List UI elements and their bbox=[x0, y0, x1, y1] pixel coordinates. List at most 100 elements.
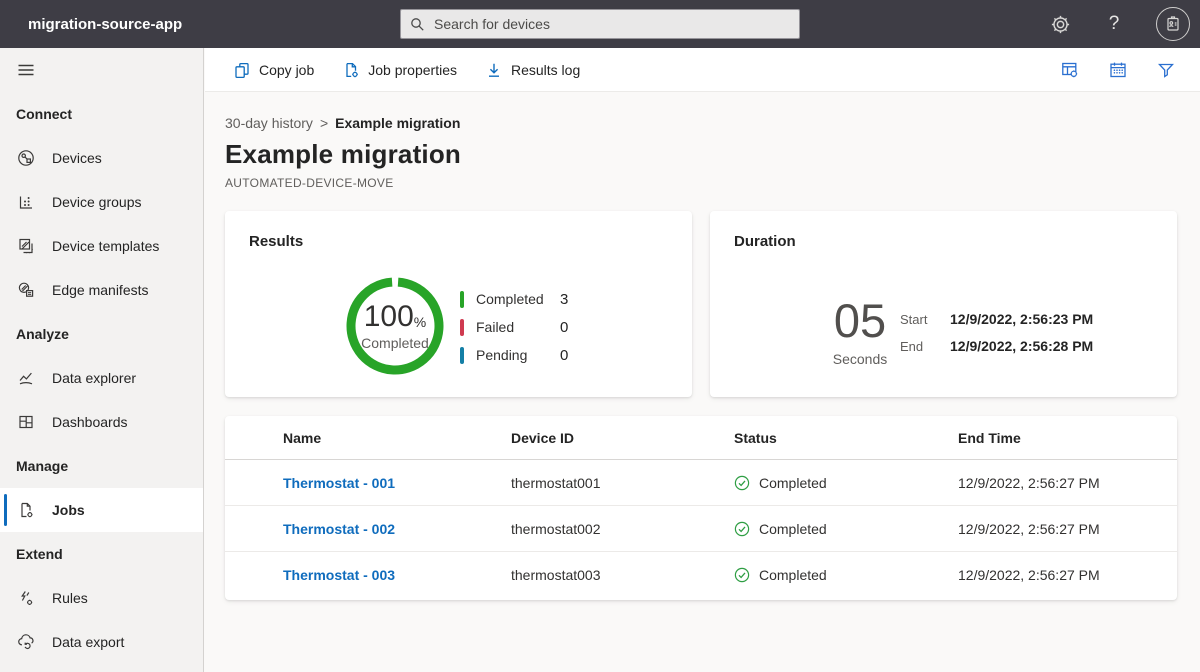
legend-color-failed bbox=[460, 319, 464, 336]
donut-percent: 100 bbox=[364, 302, 414, 332]
column-header-device-id[interactable]: Device ID bbox=[511, 430, 734, 446]
selected-indicator bbox=[4, 494, 7, 526]
donut-caption: Completed bbox=[361, 335, 429, 351]
help-button[interactable]: ? bbox=[1102, 12, 1126, 36]
account-button[interactable] bbox=[1156, 7, 1190, 41]
copy-icon bbox=[233, 61, 251, 79]
results-card-title: Results bbox=[249, 233, 303, 250]
column-header-end-time[interactable]: End Time bbox=[958, 430, 1177, 446]
device-id-cell: thermostat003 bbox=[511, 567, 734, 583]
sidebar-item-device-groups[interactable]: Device groups bbox=[0, 180, 203, 224]
end-label: End bbox=[900, 339, 944, 354]
legend-value: 3 bbox=[560, 291, 568, 308]
edge-manifests-icon bbox=[16, 280, 36, 300]
results-log-button[interactable]: Results log bbox=[485, 61, 580, 79]
legend-item-pending: Pending 0 bbox=[460, 345, 568, 365]
sidebar-item-label: Device templates bbox=[52, 238, 159, 254]
device-groups-icon bbox=[16, 192, 36, 212]
completed-check-icon bbox=[734, 567, 750, 583]
topbar-actions: ? bbox=[1048, 0, 1200, 48]
legend-item-failed: Failed 0 bbox=[460, 317, 568, 337]
status-cell: Completed bbox=[734, 567, 958, 583]
device-search[interactable] bbox=[400, 9, 800, 39]
end-time-cell: 12/9/2022, 2:56:27 PM bbox=[958, 567, 1177, 583]
legend-color-completed bbox=[460, 291, 464, 308]
column-options-icon bbox=[1060, 60, 1080, 80]
devices-icon bbox=[16, 148, 36, 168]
sidebar-item-data-explorer[interactable]: Data explorer bbox=[0, 356, 203, 400]
status-text: Completed bbox=[759, 567, 827, 583]
legend-label: Pending bbox=[476, 347, 560, 363]
column-header-name[interactable]: Name bbox=[283, 430, 511, 446]
sidebar-item-label: Dashboards bbox=[52, 414, 128, 430]
sidebar-item-label: Device groups bbox=[52, 194, 142, 210]
download-icon bbox=[485, 61, 503, 79]
device-templates-icon bbox=[16, 236, 36, 256]
hamburger-icon bbox=[16, 60, 36, 80]
breadcrumb: 30-day history > Example migration bbox=[225, 115, 460, 131]
table-row[interactable]: Thermostat - 001 thermostat001 Completed… bbox=[225, 460, 1177, 506]
end-time-cell: 12/9/2022, 2:56:27 PM bbox=[958, 521, 1177, 537]
data-export-icon bbox=[16, 632, 36, 652]
completed-check-icon bbox=[734, 521, 750, 537]
sidebar-section-analyze: Analyze bbox=[0, 312, 203, 356]
sidebar: Connect Devices Device groups bbox=[0, 48, 204, 672]
data-explorer-icon bbox=[16, 368, 36, 388]
sidebar-item-label: Devices bbox=[52, 150, 102, 166]
time-range-button[interactable] bbox=[1108, 60, 1128, 80]
job-properties-button[interactable]: Job properties bbox=[342, 61, 457, 79]
status-text: Completed bbox=[759, 521, 827, 537]
duration-card-title: Duration bbox=[734, 233, 796, 250]
command-bar: Copy job Job properties Results log bbox=[205, 48, 1200, 92]
device-id-cell: thermostat002 bbox=[511, 521, 734, 537]
column-options-button[interactable] bbox=[1060, 60, 1080, 80]
breadcrumb-30-day-history[interactable]: 30-day history bbox=[225, 115, 313, 131]
legend-value: 0 bbox=[560, 347, 568, 364]
device-link[interactable]: Thermostat - 002 bbox=[283, 521, 511, 537]
help-icon: ? bbox=[1109, 13, 1120, 35]
device-link[interactable]: Thermostat - 001 bbox=[283, 475, 511, 491]
sidebar-item-label: Data explorer bbox=[52, 370, 136, 386]
sidebar-item-edge-manifests[interactable]: Edge manifests bbox=[0, 268, 203, 312]
sidebar-item-devices[interactable]: Devices bbox=[0, 136, 203, 180]
filter-button[interactable] bbox=[1156, 60, 1176, 80]
device-id-cell: thermostat001 bbox=[511, 475, 734, 491]
top-bar: migration-source-app ? bbox=[0, 0, 1200, 48]
sidebar-item-jobs[interactable]: Jobs bbox=[0, 488, 203, 532]
copy-job-label: Copy job bbox=[259, 62, 314, 78]
table-row[interactable]: Thermostat - 002 thermostat002 Completed… bbox=[225, 506, 1177, 552]
app-window: migration-source-app ? bbox=[0, 0, 1200, 672]
search-input[interactable] bbox=[434, 16, 791, 32]
sidebar-item-rules[interactable]: Rules bbox=[0, 576, 203, 620]
device-results-table: Name Device ID Status End Time Thermosta… bbox=[225, 416, 1177, 600]
legend-label: Failed bbox=[476, 319, 560, 335]
rules-icon bbox=[16, 588, 36, 608]
job-properties-icon bbox=[342, 61, 360, 79]
table-header: Name Device ID Status End Time bbox=[225, 416, 1177, 460]
menu-toggle-button[interactable] bbox=[0, 48, 203, 92]
completed-check-icon bbox=[734, 475, 750, 491]
results-donut-chart: 100 % Completed bbox=[343, 274, 447, 378]
status-text: Completed bbox=[759, 475, 827, 491]
sidebar-section-manage: Manage bbox=[0, 444, 203, 488]
copy-job-button[interactable]: Copy job bbox=[233, 61, 314, 79]
sidebar-item-label: Data export bbox=[52, 634, 124, 650]
sidebar-item-data-export[interactable]: Data export bbox=[0, 620, 203, 664]
column-header-status[interactable]: Status bbox=[734, 430, 958, 446]
sidebar-section-connect: Connect bbox=[0, 92, 203, 136]
table-row[interactable]: Thermostat - 003 thermostat003 Completed… bbox=[225, 552, 1177, 598]
device-link[interactable]: Thermostat - 003 bbox=[283, 567, 511, 583]
duration-times: Start 12/9/2022, 2:56:23 PM End 12/9/202… bbox=[900, 311, 1093, 365]
settings-button[interactable] bbox=[1048, 12, 1072, 36]
filter-icon bbox=[1156, 60, 1176, 80]
sidebar-item-label: Edge manifests bbox=[52, 282, 149, 298]
sidebar-item-dashboards[interactable]: Dashboards bbox=[0, 400, 203, 444]
legend-color-pending bbox=[460, 347, 464, 364]
results-card: Results 100 % Completed Completed 3 bbox=[225, 211, 692, 397]
sidebar-item-device-templates[interactable]: Device templates bbox=[0, 224, 203, 268]
page-title: Example migration bbox=[225, 139, 461, 170]
app-title: migration-source-app bbox=[28, 16, 182, 33]
dashboards-icon bbox=[16, 412, 36, 432]
duration-value-block: 05 Seconds bbox=[808, 295, 912, 367]
sidebar-item-label: Rules bbox=[52, 590, 88, 606]
